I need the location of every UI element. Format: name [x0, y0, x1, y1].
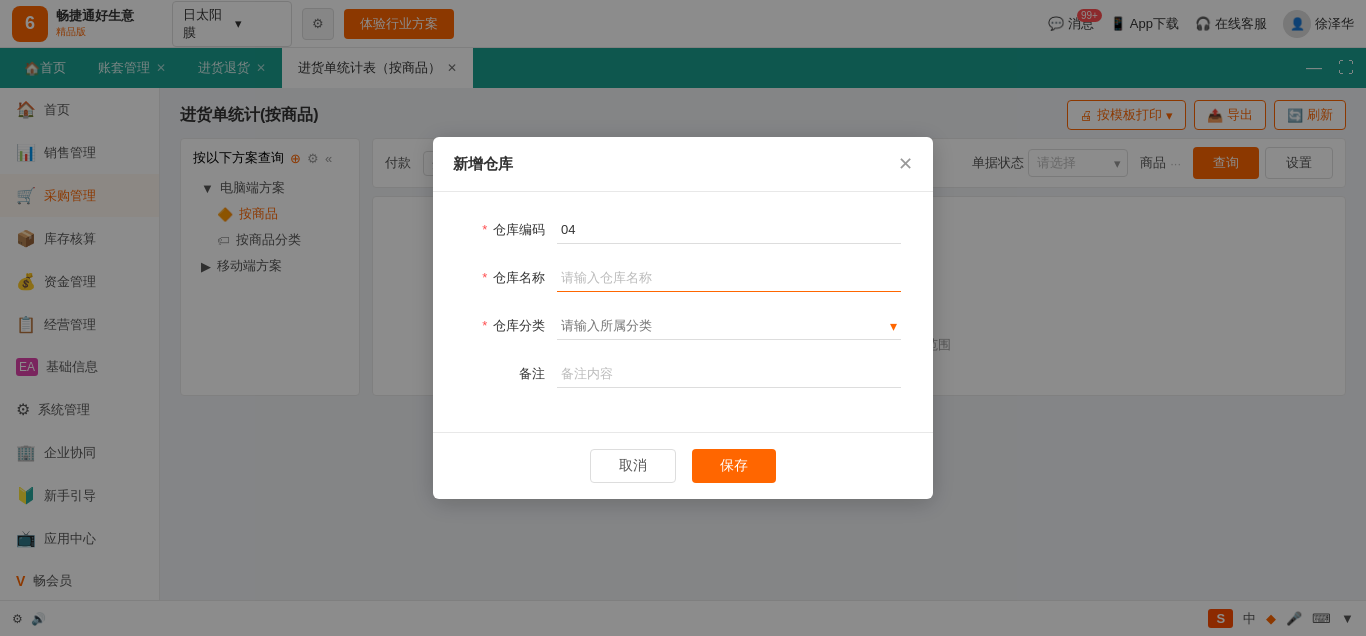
warehouse-category-select[interactable]: ▾: [557, 312, 901, 340]
warehouse-name-input[interactable]: [557, 264, 901, 292]
warehouse-code-label: * 仓库编码: [465, 221, 545, 239]
cancel-button[interactable]: 取消: [590, 449, 676, 483]
modal-footer: 取消 保存: [433, 432, 933, 499]
required-star-name: *: [482, 270, 487, 285]
warehouse-category-input[interactable]: [557, 312, 901, 339]
modal-close-button[interactable]: ✕: [898, 153, 913, 175]
warehouse-name-row: * 仓库名称: [465, 264, 901, 292]
category-dropdown-arrow: ▾: [890, 318, 897, 334]
warehouse-name-label: * 仓库名称: [465, 269, 545, 287]
required-star-code: *: [482, 222, 487, 237]
save-button[interactable]: 保存: [692, 449, 776, 483]
warehouse-note-label: 备注: [465, 365, 545, 383]
warehouse-category-row: * 仓库分类 ▾: [465, 312, 901, 340]
warehouse-note-row: 备注: [465, 360, 901, 388]
modal-overlay: 新增仓库 ✕ * 仓库编码 * 仓库名称: [0, 0, 1366, 636]
warehouse-code-input[interactable]: [557, 216, 901, 244]
warehouse-category-label: * 仓库分类: [465, 317, 545, 335]
modal-header: 新增仓库 ✕: [433, 137, 933, 192]
modal-title: 新增仓库: [453, 155, 513, 174]
warehouse-note-input[interactable]: [557, 360, 901, 388]
required-star-category: *: [482, 318, 487, 333]
modal-body: * 仓库编码 * 仓库名称 * 仓库分类: [433, 192, 933, 432]
warehouse-code-row: * 仓库编码: [465, 216, 901, 244]
add-warehouse-modal: 新增仓库 ✕ * 仓库编码 * 仓库名称: [433, 137, 933, 499]
